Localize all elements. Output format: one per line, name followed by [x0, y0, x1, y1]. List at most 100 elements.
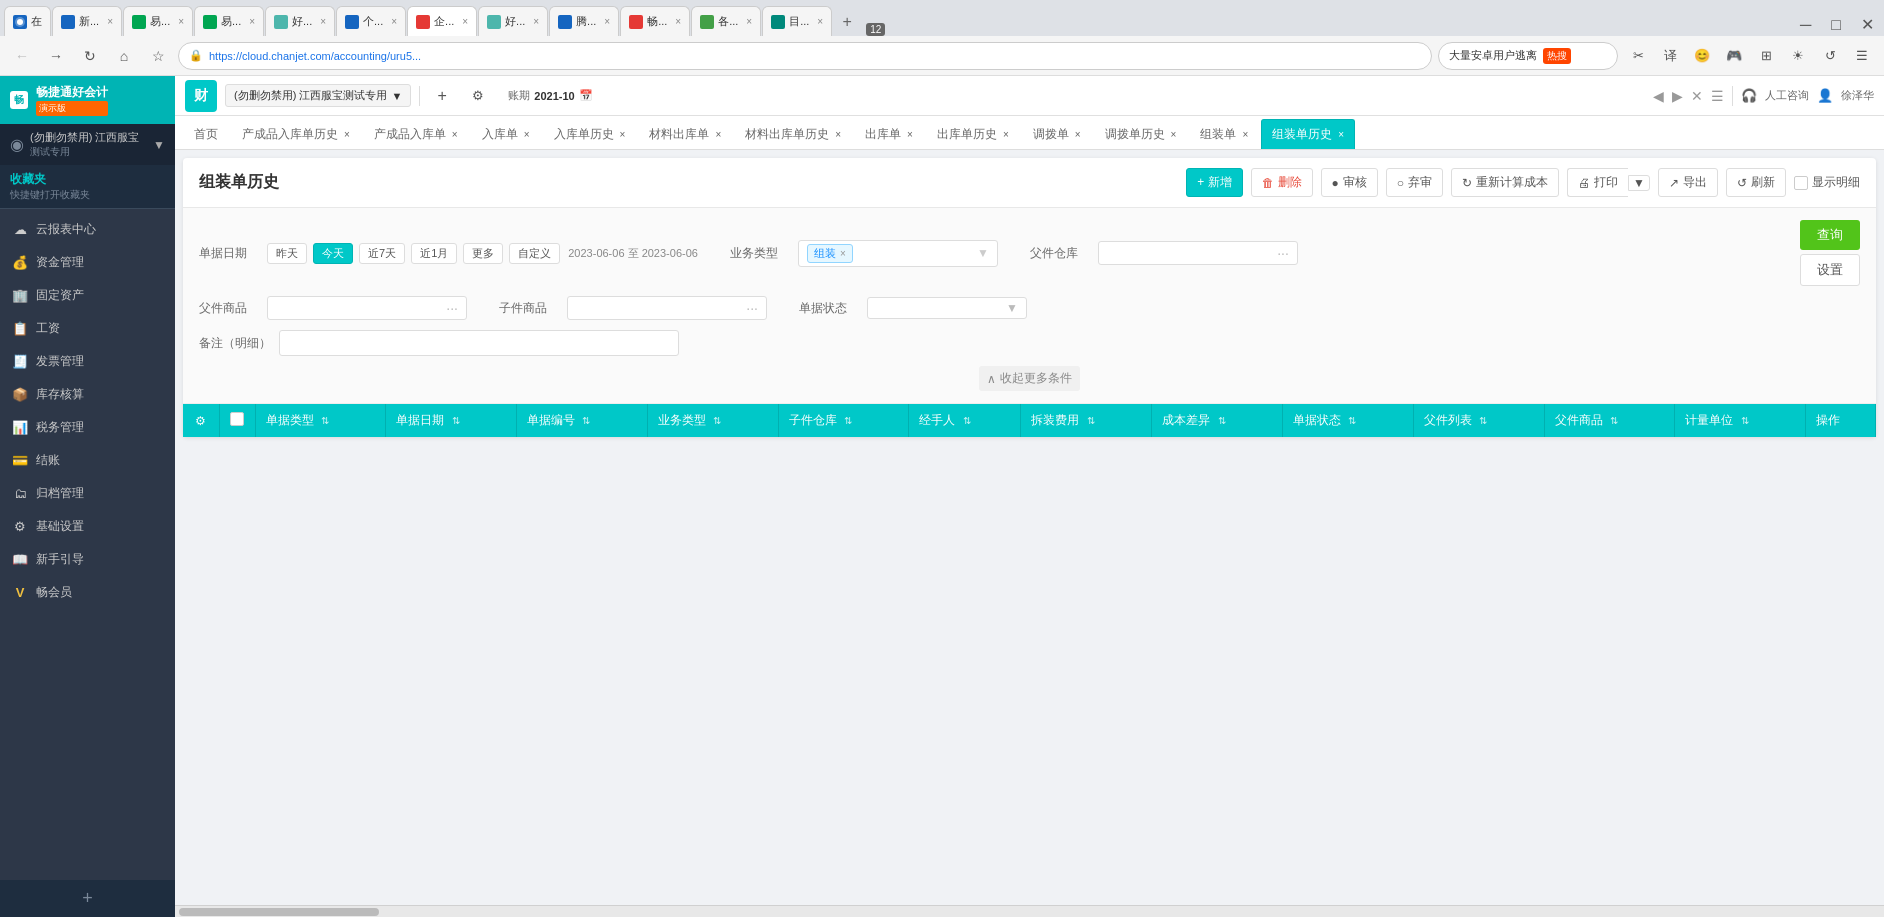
- shortcut-custom[interactable]: 自定义: [509, 243, 560, 264]
- browser-tab-12[interactable]: 目... ×: [762, 6, 832, 36]
- shortcut-7days[interactable]: 近7天: [359, 243, 405, 264]
- search-bar[interactable]: 大量安卓用户逃离 热搜: [1438, 42, 1618, 70]
- col-parent-goods[interactable]: 父件商品 ⇅: [1544, 404, 1675, 437]
- bookmark-button[interactable]: ☆: [144, 42, 172, 70]
- page-tab-material-out-history[interactable]: 材料出库单历史 ×: [734, 119, 852, 149]
- collapse-button[interactable]: ∧ 收起更多条件: [979, 366, 1080, 391]
- new-button[interactable]: + 新增: [1186, 168, 1242, 197]
- sidebar-item-cloud-report[interactable]: ☁ 云报表中心: [0, 213, 175, 246]
- bottom-scrollbar[interactable]: [175, 905, 1884, 917]
- col-order-type[interactable]: 单据类型 ⇅: [255, 404, 386, 437]
- tab-6-close[interactable]: ×: [391, 16, 397, 27]
- browser-tab-5[interactable]: 好... ×: [265, 6, 335, 36]
- col-biz-type-sort-icon[interactable]: ⇅: [713, 415, 721, 426]
- browser-tab-10[interactable]: 畅... ×: [620, 6, 690, 36]
- sidebar-item-tax-mgmt[interactable]: 📊 税务管理: [0, 411, 175, 444]
- col-disassembly-fee-sort-icon[interactable]: ⇅: [1087, 415, 1095, 426]
- refresh-button[interactable]: ↺ 刷新: [1726, 168, 1786, 197]
- sidebar-item-member[interactable]: V 畅会员: [0, 576, 175, 609]
- page-tab-assemble-history[interactable]: 调拨单历史 ×: [1094, 119, 1188, 149]
- browser-tab-7[interactable]: 企... ×: [407, 6, 477, 36]
- tab-10-close[interactable]: ×: [675, 16, 681, 27]
- col-unit-sort-icon[interactable]: ⇅: [1741, 415, 1749, 426]
- page-tab-in-history-close[interactable]: ×: [620, 129, 626, 140]
- tabs-prev-arrow[interactable]: ◀: [1653, 88, 1664, 104]
- col-handler-sort-icon[interactable]: ⇅: [963, 415, 971, 426]
- tabs-more[interactable]: ☰: [1711, 88, 1724, 104]
- display-detail-checkbox-group[interactable]: 显示明细: [1794, 174, 1860, 191]
- shortcut-today[interactable]: 今天: [313, 243, 353, 264]
- page-tab-material-out-history-close[interactable]: ×: [835, 129, 841, 140]
- browser-tab-11[interactable]: 各... ×: [691, 6, 761, 36]
- biz-type-dropdown-arrow[interactable]: ▼: [977, 246, 989, 260]
- page-tab-home[interactable]: 首页: [183, 119, 229, 149]
- set-button[interactable]: 设置: [1800, 254, 1860, 286]
- page-tab-material-out-close[interactable]: ×: [715, 129, 721, 140]
- col-order-no[interactable]: 单据编号 ⇅: [517, 404, 648, 437]
- col-child-warehouse[interactable]: 子件仓库 ⇅: [778, 404, 909, 437]
- tab-4-close[interactable]: ×: [249, 16, 255, 27]
- page-tab-prod-in-history-close[interactable]: ×: [344, 129, 350, 140]
- browser-tab-3[interactable]: 易... ×: [123, 6, 193, 36]
- query-button[interactable]: 查询: [1800, 220, 1860, 250]
- page-tab-pack-history-close[interactable]: ×: [1338, 129, 1344, 140]
- col-parent-list[interactable]: 父件列表 ⇅: [1413, 404, 1544, 437]
- col-order-date[interactable]: 单据日期 ⇅: [386, 404, 517, 437]
- col-biz-type[interactable]: 业务类型 ⇅: [647, 404, 778, 437]
- address-bar[interactable]: 🔒 https://cloud.chanjet.com/accounting/u…: [178, 42, 1432, 70]
- col-checkbox[interactable]: [219, 404, 255, 437]
- undo-icon[interactable]: ↺: [1816, 42, 1844, 70]
- page-tab-pack-history[interactable]: 组装单历史 ×: [1261, 119, 1355, 149]
- browser-tab-6[interactable]: 个... ×: [336, 6, 406, 36]
- sidebar-item-new-guide[interactable]: 📖 新手引导: [0, 543, 175, 576]
- col-order-no-sort-icon[interactable]: ⇅: [582, 415, 590, 426]
- child-goods-more-icon[interactable]: ···: [746, 300, 758, 316]
- page-tab-material-out[interactable]: 材料出库单 ×: [638, 119, 732, 149]
- shortcut-1month[interactable]: 近1月: [411, 243, 457, 264]
- display-detail-checkbox[interactable]: [1794, 176, 1808, 190]
- abandon-button[interactable]: ○ 弃审: [1386, 168, 1443, 197]
- page-tab-pack-close[interactable]: ×: [1242, 129, 1248, 140]
- delete-button[interactable]: 🗑 删除: [1251, 168, 1313, 197]
- shortcut-more[interactable]: 更多: [463, 243, 503, 264]
- sidebar-item-fund-mgmt[interactable]: 💰 资金管理: [0, 246, 175, 279]
- tab-3-close[interactable]: ×: [178, 16, 184, 27]
- shortcut-yesterday[interactable]: 昨天: [267, 243, 307, 264]
- page-tab-prod-in[interactable]: 产成品入库单 ×: [363, 119, 469, 149]
- parent-warehouse-input[interactable]: ···: [1098, 241, 1298, 265]
- reload-button[interactable]: ↻: [76, 42, 104, 70]
- sidebar-account[interactable]: ◉ (勿删勿禁用) 江西服宝 测试专用 ▼: [0, 124, 175, 165]
- sidebar-item-salary[interactable]: 📋 工资: [0, 312, 175, 345]
- home-button[interactable]: ⌂: [110, 42, 138, 70]
- col-parent-goods-sort-icon[interactable]: ⇅: [1610, 415, 1618, 426]
- emoji-icon[interactable]: 😊: [1688, 42, 1716, 70]
- menu-icon[interactable]: ☰: [1848, 42, 1876, 70]
- add-module-button[interactable]: +: [428, 82, 456, 110]
- col-order-type-sort-icon[interactable]: ⇅: [321, 415, 329, 426]
- browser-tab-2[interactable]: 新... ×: [52, 6, 122, 36]
- scrollbar-thumb[interactable]: [179, 908, 379, 916]
- col-order-date-sort-icon[interactable]: ⇅: [452, 415, 460, 426]
- tab-9-close[interactable]: ×: [604, 16, 610, 27]
- company-select[interactable]: (勿删勿禁用) 江西服宝测试专用 ▼: [225, 84, 411, 107]
- col-child-warehouse-sort-icon[interactable]: ⇅: [844, 415, 852, 426]
- page-tab-out-history[interactable]: 出库单历史 ×: [926, 119, 1020, 149]
- tab-8-close[interactable]: ×: [533, 16, 539, 27]
- close-window-button[interactable]: ✕: [1855, 13, 1880, 36]
- child-goods-input[interactable]: ···: [567, 296, 767, 320]
- sidebar-item-fixed-assets[interactable]: 🏢 固定资产: [0, 279, 175, 312]
- page-tab-prod-in-history[interactable]: 产成品入库单历史 ×: [231, 119, 361, 149]
- minimize-button[interactable]: ─: [1794, 14, 1817, 36]
- browser-tab-1[interactable]: 在: [4, 6, 51, 36]
- page-tab-out-order-close[interactable]: ×: [907, 129, 913, 140]
- print-dropdown[interactable]: ▼: [1628, 175, 1650, 191]
- parent-goods-more-icon[interactable]: ···: [446, 300, 458, 316]
- tab-12-close[interactable]: ×: [817, 16, 823, 27]
- page-tab-prod-in-close[interactable]: ×: [452, 129, 458, 140]
- col-settings[interactable]: ⚙: [183, 404, 219, 437]
- new-tab-button[interactable]: +: [833, 8, 861, 36]
- sidebar-item-archive-mgmt[interactable]: 🗂 归档管理: [0, 477, 175, 510]
- grid-icon[interactable]: ⊞: [1752, 42, 1780, 70]
- sun-icon[interactable]: ☀: [1784, 42, 1812, 70]
- tab-5-close[interactable]: ×: [320, 16, 326, 27]
